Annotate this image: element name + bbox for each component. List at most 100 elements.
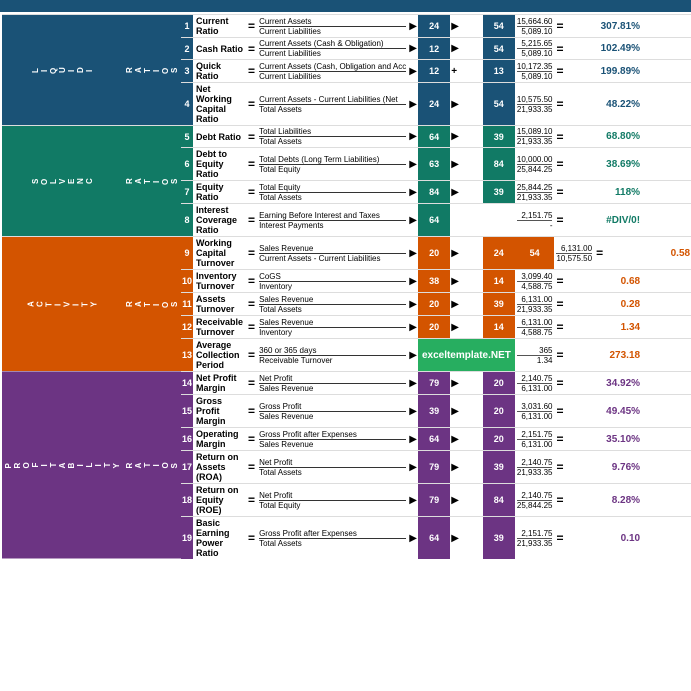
equals-sign-2: = [554, 484, 594, 517]
arrow-1: ▶ [408, 372, 418, 395]
arrow-1: ▶ [408, 204, 418, 237]
ratio-label: Operating Margin [193, 428, 246, 451]
formula-cell: Gross Profit Sales Revenue [257, 395, 408, 428]
ratio-label: Receivable Turnover [193, 316, 246, 339]
row-number: 14 [181, 372, 193, 395]
value-fraction: 2,140.75 25,844.25 [515, 484, 555, 517]
result-value: 0.68 [594, 270, 644, 293]
equals-sign: = [246, 38, 257, 60]
ratio-label: Average Collection Period [193, 339, 246, 372]
equals-sign: = [246, 204, 257, 237]
equals-sign: = [246, 148, 257, 181]
equals-sign: = [246, 126, 257, 148]
row-number: 8 [181, 204, 193, 237]
equals-sign: = [246, 339, 257, 372]
box-1: 79 [418, 372, 450, 395]
box-1: 24 [418, 15, 450, 38]
value-fraction: 6,131.00 4,588.75 [515, 316, 555, 339]
arrow-2: ▶ [450, 395, 482, 428]
row-number: 6 [181, 148, 193, 181]
formula-cell: Current Assets (Cash, Obligation and Acc… [257, 60, 408, 83]
row-number: 7 [181, 181, 193, 204]
result-value: 38.69% [594, 148, 644, 181]
formula-cell: 360 or 365 days Receivable Turnover [257, 339, 408, 372]
arrow-1: ▶ [408, 293, 418, 316]
ratio-label: Current Ratio [193, 15, 246, 38]
arrow-2: ▶ [450, 15, 482, 38]
arrow-2: ▶ [450, 372, 482, 395]
arrow-1: ▶ [408, 15, 418, 38]
arrow-1: ▶ [408, 339, 418, 372]
arrow-1: ▶ [408, 60, 418, 83]
formula-cell: Sales Revenue Inventory [257, 316, 408, 339]
equals-sign-2: = [554, 60, 594, 83]
box-2: 84 [483, 484, 515, 517]
equals-sign: = [246, 237, 257, 270]
arrow-1: ▶ [408, 395, 418, 428]
arrow-1: ▶ [408, 428, 418, 451]
plus-sign: + [450, 60, 482, 83]
box-1: 63 [418, 148, 450, 181]
table-row: LIQUIDI RATIOS 1 Current Ratio = Current… [2, 15, 691, 38]
result-value: 35.10% [594, 428, 644, 451]
row-number: 17 [181, 451, 193, 484]
result-value: 102.49% [594, 38, 644, 60]
arrow-2: ▶ [450, 126, 482, 148]
watermark-cell: exceltemplate.NET [418, 339, 515, 372]
section-label-main: SOLVENC [2, 126, 123, 237]
equals-sign-2: = [594, 237, 644, 270]
arrow-2: ▶ [450, 38, 482, 60]
formula-cell: Sales Revenue Current Assets - Current L… [257, 237, 408, 270]
box-1: 24 [418, 83, 450, 126]
formula-cell: Sales Revenue Total Assets [257, 293, 408, 316]
equals-sign: = [246, 428, 257, 451]
result-value: 0.10 [594, 517, 644, 560]
box-2: 39 [483, 126, 515, 148]
ratio-label: Gross Profit Margin [193, 395, 246, 428]
box-1: 64 [418, 204, 450, 237]
formula-cell: Net Profit Total Assets [257, 451, 408, 484]
arrow-2: ▶ [450, 517, 482, 560]
ratio-label: Return on Assets (ROA) [193, 451, 246, 484]
value-fraction: 3,031.60 6,131.00 [515, 395, 555, 428]
equals-sign: = [246, 181, 257, 204]
section-label-ratios: RATIOS [123, 237, 181, 372]
equals-sign-2: = [554, 428, 594, 451]
row-number: 18 [181, 484, 193, 517]
header [0, 0, 691, 12]
equals-sign: = [246, 484, 257, 517]
value-fraction: 25,844.25 21,933.35 [515, 181, 555, 204]
arrow-1: ▶ [408, 237, 418, 270]
box-2: 39 [483, 517, 515, 560]
box-1: 64 [418, 126, 450, 148]
result-value: 1.34 [594, 316, 644, 339]
formula-cell: Current Assets (Cash & Obligation) Curre… [257, 38, 408, 60]
section-label-ratios: RATIOS [123, 126, 181, 237]
row-number: 5 [181, 126, 193, 148]
equals-sign-2: = [554, 372, 594, 395]
equals-sign-2: = [554, 204, 594, 237]
result-value: 199.89% [594, 60, 644, 83]
section-label-ratios: RATIOS [123, 15, 181, 126]
row-number: 9 [181, 237, 193, 270]
box-1: 12 [418, 60, 450, 83]
arrow-1: ▶ [408, 316, 418, 339]
box-1: 84 [418, 181, 450, 204]
result-value: 34.92% [594, 372, 644, 395]
arrow-1: ▶ [408, 126, 418, 148]
equals-sign: = [246, 316, 257, 339]
equals-sign: = [246, 293, 257, 316]
result-value: 49.45% [594, 395, 644, 428]
result-value: 118% [594, 181, 644, 204]
arrow-1: ▶ [408, 270, 418, 293]
box-2: 54 [483, 15, 515, 38]
formula-cell: Total Liabilities Total Assets [257, 126, 408, 148]
row-number: 3 [181, 60, 193, 83]
arrow-2: ▶ [450, 293, 482, 316]
ratio-label: Working Capital Turnover [193, 237, 246, 270]
result-value: 0.58 [644, 237, 691, 270]
ratio-label: Cash Ratio [193, 38, 246, 60]
arrow-2: ▶ [450, 428, 482, 451]
value-fraction: 10,172.35 5,089.10 [515, 60, 555, 83]
equals-sign-2: = [554, 293, 594, 316]
